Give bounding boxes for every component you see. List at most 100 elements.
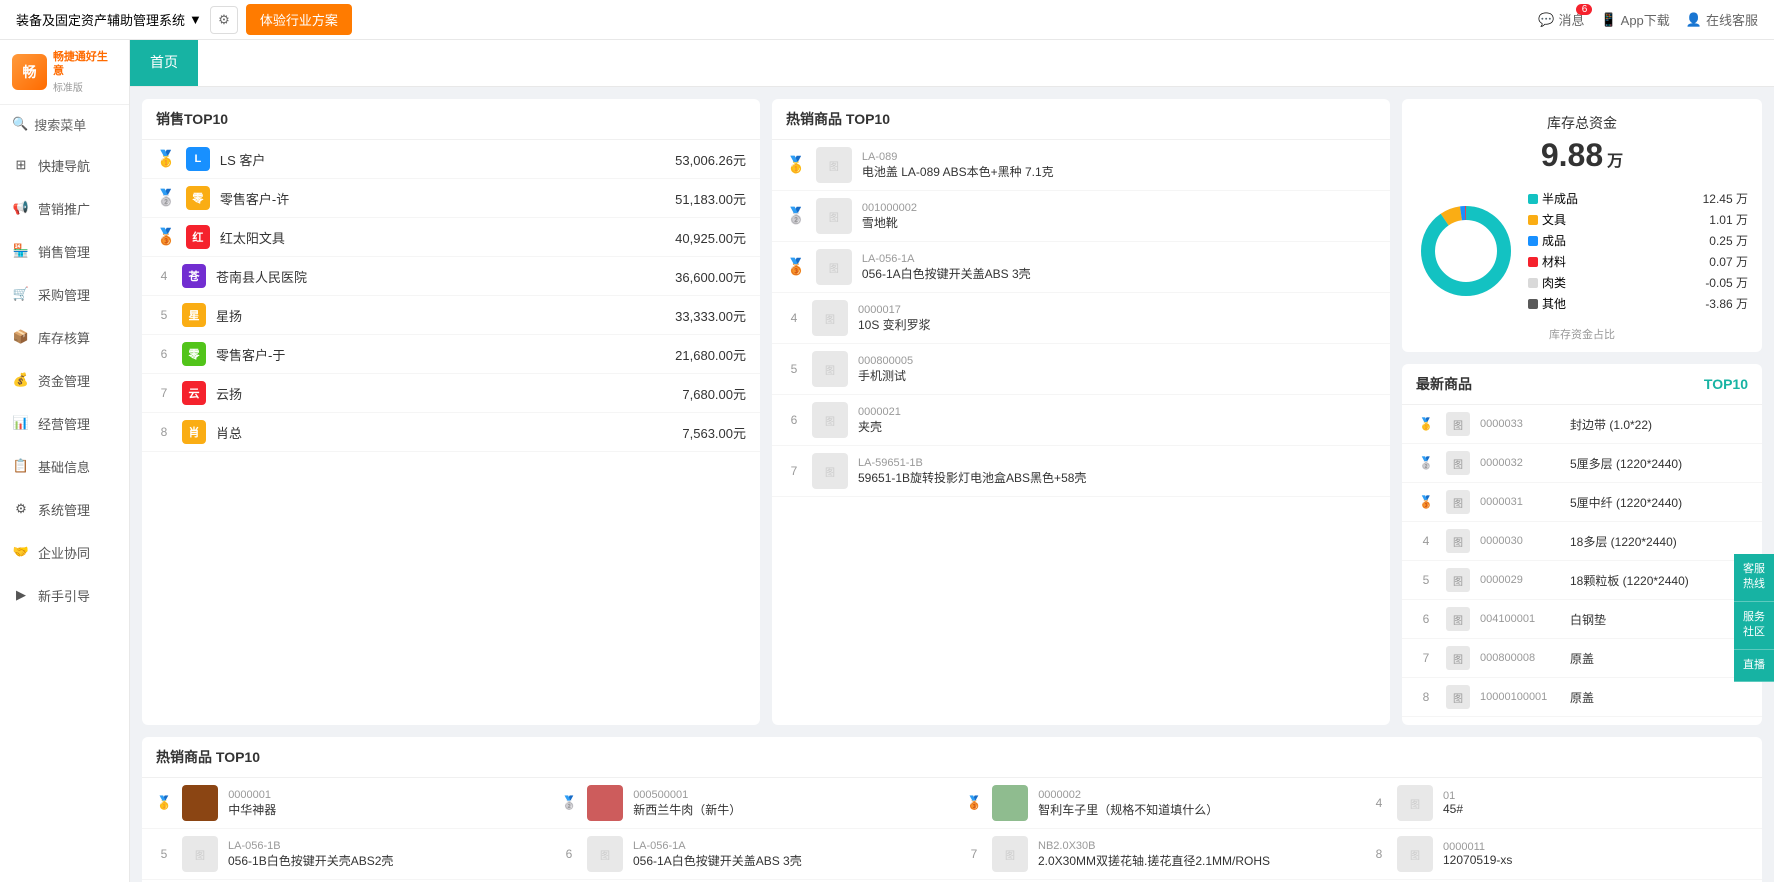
product-info: 0000021 夹壳: [858, 406, 1376, 435]
product-info: LA-056-1A 056-1A白色按键开关盖ABS 3壳: [633, 840, 802, 869]
app-label: App下载: [1621, 10, 1670, 29]
rank-number: 6: [561, 847, 577, 861]
product-info: 0000001 中华神器: [228, 789, 276, 818]
legend-label-area: 肉类: [1528, 274, 1566, 291]
list-item: 9 图 0000028 体械嘉枝味苏打饮品400毫升 (1*15): [1402, 717, 1762, 725]
customer-amount: 7,563.00元: [682, 423, 746, 442]
sidebar-item-guide[interactable]: ▶ 新手引导: [0, 574, 129, 617]
product-info: NB2.0X30B 2.0X30MM双搓花轴.搓花直径2.1MM/ROHS: [1038, 840, 1270, 869]
sidebar-label-inventory: 库存核算: [38, 328, 90, 347]
sidebar-item-enterprise[interactable]: 🤝 企业协同: [0, 531, 129, 574]
search-menu[interactable]: 🔍 搜索菜单: [0, 105, 129, 144]
latest-products-list: 🥇 图 0000033 封边带 (1.0*22) 🥈 图 0000032 5厘多…: [1402, 405, 1762, 725]
rank-number: 5: [1416, 573, 1436, 587]
avatar: 云: [182, 381, 206, 405]
customer-name: 零售客户-许: [220, 189, 665, 208]
sidebar-item-operations[interactable]: 📊 经营管理: [0, 402, 129, 445]
legend-dot: [1528, 215, 1538, 225]
product-info: 001000002 雪地靴: [862, 202, 1376, 231]
customer-amount: 40,925.00元: [675, 228, 746, 247]
sidebar-item-sales[interactable]: 🏪 销售管理: [0, 230, 129, 273]
customer-amount: 36,600.00元: [675, 267, 746, 286]
sidebar-item-basics[interactable]: 📋 基础信息: [0, 445, 129, 488]
top-customers-list: 🥇 L LS 客户 53,006.26元 🥈 零 零售客户-许 51,183.0…: [142, 140, 760, 452]
product-image: 图: [816, 249, 852, 285]
hot-products-right-header: 热销商品 TOP10: [772, 99, 1390, 140]
latest-products-tag: TOP10: [1704, 376, 1748, 392]
product-info: LA-59651-1B 59651-1B旋转投影灯电池盒ABS黑色+58壳: [858, 457, 1376, 486]
product-name: 5厘多层 (1220*2440): [1570, 455, 1748, 472]
sidebar-item-system[interactable]: ⚙ 系统管理: [0, 488, 129, 531]
customer-name: 肖总: [216, 423, 672, 442]
main-layout: 畅 畅捷通好生意 标准版 🔍 搜索菜单 ⊞ 快捷导航 📢 营销推广 🏪 销售管理…: [0, 40, 1774, 882]
legend-value: 12.45 万: [1703, 190, 1748, 207]
trial-button[interactable]: 体验行业方案: [246, 4, 352, 35]
product-code: 0000011: [1443, 841, 1512, 853]
table-row: 6 零 零售客户-于 21,680.00元: [142, 335, 760, 374]
medal-icon: 🥇: [156, 149, 176, 169]
product-code: 001000002: [862, 202, 1376, 214]
avatar: 零: [186, 186, 210, 210]
inventory-unit: 万: [1607, 153, 1623, 170]
cs-live-button[interactable]: 直播: [1734, 650, 1774, 682]
sidebar-label-sales: 销售管理: [38, 242, 90, 261]
list-item: 5 图 0000029 18颗粒板 (1220*2440): [1402, 561, 1762, 600]
message-icon: 💬: [1538, 12, 1554, 28]
avatar: 零: [182, 342, 206, 366]
list-item: 7 图 NB2.0X30B 2.0X30MM双搓花轴.搓花直径2.1MM/ROH…: [952, 829, 1357, 880]
message-item[interactable]: 💬 消息 6: [1538, 10, 1584, 29]
medal-icon: 🥈: [156, 188, 176, 208]
system-selector[interactable]: 装备及固定资产辅助管理系统 ▼: [16, 10, 202, 29]
grid-layout: 销售TOP10 🥇 L LS 客户 53,006.26元 🥈 零 零售客户-许: [142, 99, 1762, 882]
hot-products-bottom-list: 🥇 0000001 中华神器 🥈 000500001: [142, 778, 1762, 882]
purchase-icon: 🛒: [12, 285, 30, 303]
table-row: 8 肖 肖总 7,563.00元: [142, 413, 760, 452]
legend-label: 其他: [1542, 295, 1566, 312]
sidebar-item-finance[interactable]: 💰 资金管理: [0, 359, 129, 402]
list-item: 🥉 0000002 智利车子里（规格不知道填什么）: [952, 778, 1357, 829]
product-name: 2.0X30MM双搓花轴.搓花直径2.1MM/ROHS: [1038, 852, 1270, 869]
customer-name: 苍南县人民医院: [216, 267, 665, 286]
settings-button[interactable]: ⚙: [210, 6, 238, 34]
product-image: 图: [1446, 607, 1470, 631]
product-info: 000500001 新西兰牛肉（新牛）: [633, 789, 741, 818]
legend-item: 文具 1.01 万: [1528, 211, 1748, 228]
customer-name: 云扬: [216, 384, 672, 403]
sidebar-item-inventory[interactable]: 📦 库存核算: [0, 316, 129, 359]
cs-community-button[interactable]: 服务社区: [1734, 602, 1774, 650]
rank-number: 8: [1371, 847, 1387, 861]
sidebar-label-operations: 经营管理: [38, 414, 90, 433]
legend-value: -0.05 万: [1705, 274, 1748, 291]
legend-item: 肉类 -0.05 万: [1528, 274, 1748, 291]
product-code: LA-089: [862, 151, 1376, 163]
service-item[interactable]: 👤 在线客服: [1686, 10, 1758, 29]
product-code: 0000029: [1480, 574, 1560, 586]
sidebar: 畅 畅捷通好生意 标准版 🔍 搜索菜单 ⊞ 快捷导航 📢 营销推广 🏪 销售管理…: [0, 40, 130, 882]
legend-value: 0.25 万: [1709, 232, 1748, 249]
sidebar-label-basics: 基础信息: [38, 457, 90, 476]
app-download-item[interactable]: 📱 App下载: [1600, 10, 1669, 29]
table-row: 🥉 红 红太阳文具 40,925.00元: [142, 218, 760, 257]
product-code: NB2.0X30B: [1038, 840, 1270, 852]
table-row: 7 云 云扬 7,680.00元: [142, 374, 760, 413]
table-row: 5 星 星扬 33,333.00元: [142, 296, 760, 335]
cs-hotline-button[interactable]: 客服热线: [1734, 554, 1774, 602]
legend-label-area: 半成品: [1528, 190, 1578, 207]
tab-home[interactable]: 首页: [130, 40, 198, 86]
sidebar-item-marketing[interactable]: 📢 营销推广: [0, 187, 129, 230]
product-info: 0000017 10S 变利罗浆: [858, 304, 1376, 333]
rank-number: 7: [786, 464, 802, 478]
tabs: 首页: [130, 40, 1774, 86]
product-name: 12070519-xs: [1443, 853, 1512, 867]
logo-sub: 标准版: [53, 79, 117, 94]
logo-area: 畅 畅捷通好生意 标准版: [0, 40, 129, 105]
product-image: 图: [1446, 490, 1470, 514]
product-image: 图: [992, 836, 1028, 872]
product-code: 01: [1443, 790, 1463, 802]
sidebar-label-purchase: 采购管理: [38, 285, 90, 304]
sidebar-item-purchase[interactable]: 🛒 采购管理: [0, 273, 129, 316]
sidebar-item-quick-nav[interactable]: ⊞ 快捷导航: [0, 144, 129, 187]
legend-label-area: 材料: [1528, 253, 1566, 270]
system-name-label: 装备及固定资产辅助管理系统: [16, 10, 185, 29]
legend-item: 半成品 12.45 万: [1528, 190, 1748, 207]
